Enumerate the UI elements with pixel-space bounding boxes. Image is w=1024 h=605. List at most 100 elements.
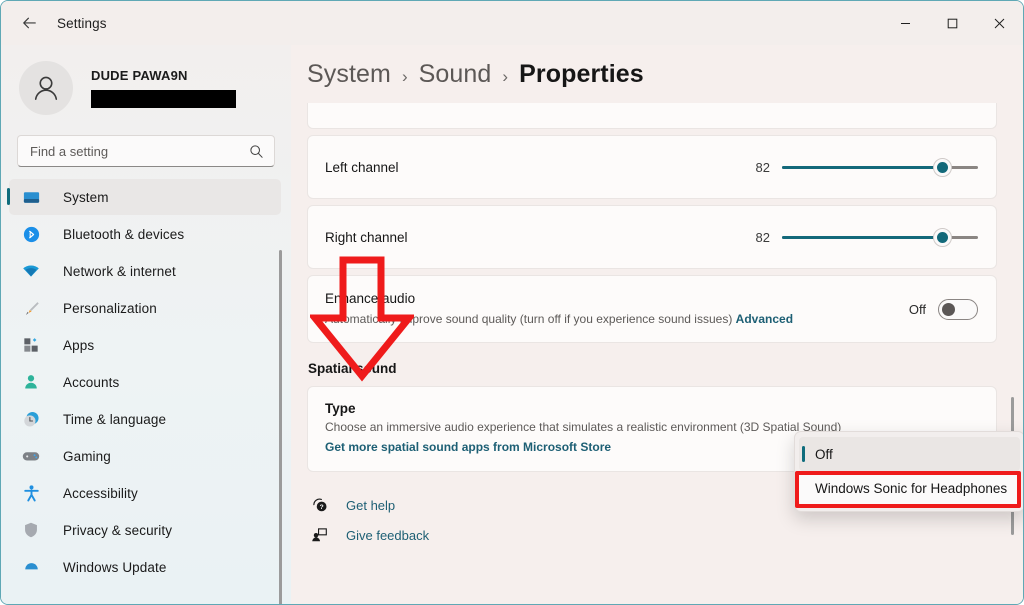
- slider-thumb[interactable]: [933, 157, 953, 177]
- dropdown-option-off[interactable]: Off: [799, 437, 1020, 471]
- sidebar-item-label: Accounts: [63, 374, 120, 390]
- enhance-audio-description: Automatically improve sound quality (tur…: [325, 312, 793, 326]
- sidebar-item-label: Accessibility: [63, 485, 138, 501]
- enhance-audio-text: Enhance audio Automatically improve soun…: [325, 291, 793, 328]
- settings-window: Settings DUDE PAWA9N Find a setting Syst…: [0, 0, 1024, 605]
- search-wrapper: [1, 129, 291, 169]
- sidebar-item-label: Network & internet: [63, 263, 176, 279]
- chevron-right-icon: ›: [502, 67, 509, 86]
- svg-text:?: ?: [320, 504, 324, 511]
- enhance-audio-toggle[interactable]: [938, 298, 978, 320]
- right-channel-value: 82: [755, 229, 770, 245]
- left-channel-label: Left channel: [325, 159, 399, 175]
- gamepad-icon: [19, 445, 43, 467]
- advanced-link[interactable]: Advanced: [736, 312, 793, 326]
- sidebar-item-label: Apps: [63, 337, 95, 353]
- monitor-icon: [19, 186, 43, 208]
- sidebar: DUDE PAWA9N Find a setting System Blueto…: [1, 45, 291, 604]
- main-content: System › Sound › Properties Left channel…: [291, 45, 1023, 604]
- feedback-icon: [309, 526, 331, 544]
- sidebar-item-label: Bluetooth & devices: [63, 226, 185, 242]
- apps-icon: [19, 334, 43, 356]
- window-controls: [882, 1, 1023, 45]
- right-channel-slider[interactable]: [782, 227, 978, 247]
- search-icon: [249, 144, 264, 159]
- get-help-label: Get help: [346, 497, 396, 513]
- breadcrumb: System › Sound › Properties: [291, 45, 1023, 103]
- enhance-audio-card: Enhance audio Automatically improve soun…: [307, 275, 997, 343]
- left-channel-card: Left channel 82: [307, 135, 997, 199]
- enhance-audio-state-label: Off: [908, 301, 926, 317]
- sidebar-item-label: Privacy & security: [63, 522, 173, 538]
- search-input[interactable]: [30, 143, 249, 159]
- slider-fill: [782, 235, 943, 239]
- search-box[interactable]: [17, 135, 275, 167]
- sidebar-item-bluetooth-devices[interactable]: Bluetooth & devices: [9, 216, 281, 252]
- spatial-sound-dropdown-flyout: Off Windows Sonic for Headphones: [794, 431, 1023, 512]
- back-button[interactable]: [11, 7, 47, 39]
- spatial-sound-heading: Spatial sound: [308, 361, 397, 376]
- sidebar-item-label: Windows Update: [63, 559, 167, 575]
- partial-card-above: [307, 103, 997, 129]
- paintbrush-icon: [19, 297, 43, 319]
- right-channel-label: Right channel: [325, 229, 408, 245]
- right-channel-row: Right channel 82: [308, 206, 996, 268]
- user-profile[interactable]: DUDE PAWA9N: [1, 49, 291, 129]
- settings-scroll-area: Left channel 82 Right channel 82 Enhance…: [291, 103, 1023, 604]
- breadcrumb-system[interactable]: System: [307, 60, 391, 89]
- close-icon: [994, 18, 1005, 28]
- right-channel-control: 82: [750, 227, 978, 247]
- sidebar-item-gaming[interactable]: Gaming: [9, 438, 281, 474]
- left-channel-control: 82: [750, 157, 978, 177]
- shield-icon: [19, 519, 43, 541]
- give-feedback-link[interactable]: Give feedback: [307, 520, 997, 550]
- person-icon: [19, 371, 43, 393]
- title-bar: Settings: [1, 1, 1023, 45]
- sidebar-item-label: Time & language: [63, 411, 167, 427]
- sidebar-item-apps[interactable]: Apps: [9, 327, 281, 363]
- sidebar-nav: System Bluetooth & devices Network & int…: [1, 179, 291, 585]
- left-channel-slider[interactable]: [782, 157, 978, 177]
- help-icon: ?: [309, 496, 331, 514]
- close-button[interactable]: [976, 1, 1023, 45]
- microsoft-store-link[interactable]: Get more spatial sound apps from Microso…: [325, 440, 611, 454]
- profile-meta: DUDE PAWA9N: [91, 68, 236, 108]
- maximize-icon: [947, 18, 958, 28]
- sidebar-item-network-internet[interactable]: Network & internet: [9, 253, 281, 289]
- sidebar-item-label: Gaming: [63, 448, 111, 464]
- sidebar-item-accessibility[interactable]: Accessibility: [9, 475, 281, 511]
- page-title: Properties: [519, 60, 644, 88]
- minimize-icon: [901, 22, 910, 24]
- maximize-button[interactable]: [929, 1, 976, 45]
- minimize-button[interactable]: [882, 1, 929, 45]
- type-title: Type: [325, 401, 356, 416]
- sidebar-item-windows-update[interactable]: Windows Update: [9, 549, 281, 585]
- chevron-right-icon: ›: [401, 67, 408, 86]
- sidebar-item-time-language[interactable]: Time & language: [9, 401, 281, 437]
- profile-name: DUDE PAWA9N: [91, 68, 188, 83]
- breadcrumb-sound[interactable]: Sound: [419, 60, 492, 89]
- sidebar-scrollbar[interactable]: [279, 250, 282, 604]
- dropdown-option-label: Windows Sonic for Headphones: [815, 480, 1008, 496]
- left-channel-row: Left channel 82: [308, 136, 996, 198]
- update-icon: [19, 556, 43, 578]
- give-feedback-label: Give feedback: [346, 527, 430, 543]
- left-channel-value: 82: [755, 159, 770, 175]
- slider-fill: [782, 165, 943, 169]
- dropdown-option-windows-sonic-for-headphones[interactable]: Windows Sonic for Headphones: [799, 471, 1020, 505]
- sidebar-item-privacy-security[interactable]: Privacy & security: [9, 512, 281, 548]
- sidebar-item-system[interactable]: System: [7, 179, 281, 215]
- avatar: [19, 61, 73, 115]
- sidebar-item-accounts[interactable]: Accounts: [9, 364, 281, 400]
- clock-icon: [19, 408, 43, 430]
- slider-thumb[interactable]: [933, 227, 953, 247]
- wifi-icon: [19, 260, 43, 282]
- arrow-left-icon: [22, 17, 36, 28]
- enhance-audio-row: Enhance audio Automatically improve soun…: [308, 276, 996, 342]
- sidebar-item-label: System: [63, 189, 109, 205]
- person-avatar-icon: [34, 76, 58, 100]
- sidebar-item-personalization[interactable]: Personalization: [9, 290, 281, 326]
- profile-email-redacted: [91, 90, 236, 108]
- dropdown-option-label: Off: [815, 446, 833, 462]
- enhance-audio-control: Off: [908, 298, 978, 320]
